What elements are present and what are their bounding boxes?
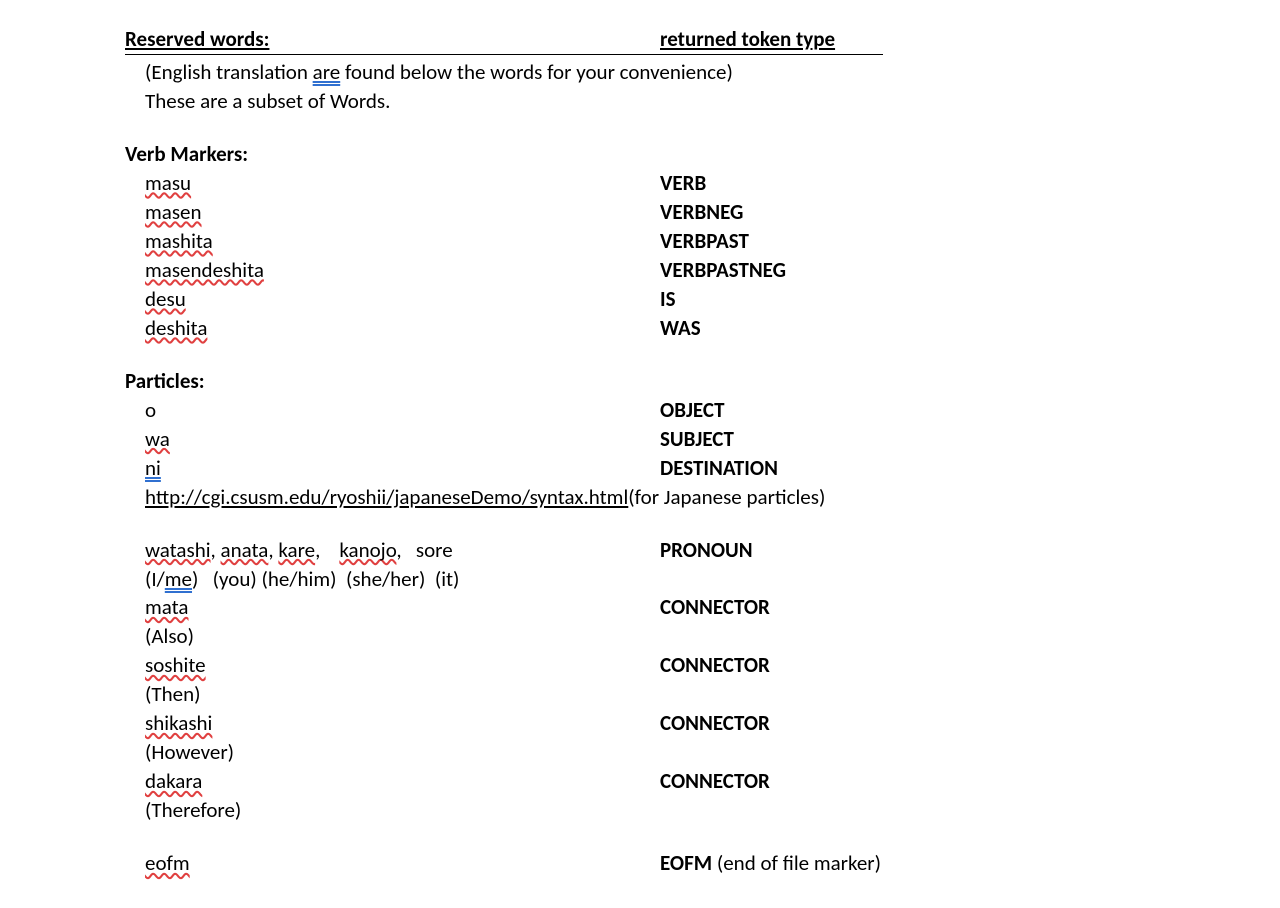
particles-link[interactable]: http://cgi.csusm.edu/ryoshii/japaneseDem… [145,483,628,512]
connector-row: soshite CONNECTOR [145,651,1280,680]
connector-trans-row: (Therefore) [145,796,1280,825]
intro-line1b: found below the words for your convenien… [340,59,733,85]
particle-row: o OBJECT [145,396,1280,425]
pronoun-w5: sore [416,537,453,563]
verb-row: desu IS [145,285,1280,314]
particle-word: ni [145,455,161,481]
connector-token: CONNECTOR [660,767,770,796]
connector-trans-row: (Then) [145,680,1280,709]
particle-token: OBJECT [660,396,724,425]
connector-token: CONNECTOR [660,709,770,738]
eofm-row: eofm EOFM (end of file marker) [145,849,1280,878]
particle-word: o [145,397,156,423]
particle-token: SUBJECT [660,425,734,454]
connector-trans: (Then) [145,680,660,709]
verb-word: masu [145,170,191,196]
eofm-word: eofm [145,850,190,876]
particles-title: Particles: [125,367,1280,396]
verb-token: VERB [660,169,706,198]
connector-row: mata CONNECTOR [145,593,1280,622]
verb-token: IS [660,285,676,314]
verb-token: VERBPASTNEG [660,256,786,285]
intro-line2: These are a subset of Words. [145,88,390,114]
connector-trans-row: (Also) [145,622,1280,651]
pronoun-row: watashi, anata, kare, kanojo, sore PRONO… [145,536,1280,565]
connector-word: dakara [145,768,202,794]
connector-trans: (However) [145,738,660,767]
particle-token: DESTINATION [660,454,778,483]
trans-she: (she/her) [346,566,425,592]
verb-word: masen [145,199,202,225]
verb-row: deshita WAS [145,314,1280,343]
comma: , [211,537,221,563]
trans-you: (you) [213,566,257,592]
verb-word: desu [145,286,186,312]
connector-word: shikashi [145,710,212,736]
verb-word: deshita [145,315,207,341]
pronoun-w2: anata [221,537,269,563]
intro-are: are [313,59,341,85]
comma: , [268,537,278,563]
pronoun-trans-row: (I/me) (you) (he/him) (she/her) (it) [145,565,1280,594]
verb-row: masen VERBNEG [145,198,1280,227]
verb-word: mashita [145,228,213,254]
particle-link-row: http://cgi.csusm.edu/ryoshii/japaneseDem… [145,483,1280,512]
particles-link-suffix: (for Japanese particles) [628,483,825,512]
intro-block: (English translation are found below the… [145,58,1280,116]
comma: , [315,537,339,563]
connector-word: mata [145,594,188,620]
connector-word: soshite [145,652,206,678]
sp [336,566,346,592]
verb-word: masendeshita [145,257,264,283]
verb-token: VERBPAST [660,227,749,256]
header-row: Reserved words: returned token type [125,25,883,55]
verb-markers-title: Verb Markers: [125,140,1280,169]
verb-row: mashita VERBPAST [145,227,1280,256]
eofm-token-bold: EOFM [660,850,712,876]
verb-token: WAS [660,314,701,343]
connector-row: dakara CONNECTOR [145,767,1280,796]
header-reserved-words: Reserved words: [125,25,660,54]
trans-a: (I/ [145,566,165,592]
sp [198,566,212,592]
connector-token: CONNECTOR [660,593,770,622]
connector-trans: (Therefore) [145,796,660,825]
sp [425,566,435,592]
particle-word: wa [145,426,170,452]
comma: , [396,537,415,563]
particle-row: ni DESTINATION [145,454,1280,483]
particle-row: wa SUBJECT [145,425,1280,454]
eofm-token-rest: (end of file marker) [712,850,881,876]
trans-he: (he/him) [262,566,337,592]
pronoun-w3: kare [278,537,315,563]
connector-token: CONNECTOR [660,651,770,680]
header-token-type: returned token type [660,25,835,54]
pronoun-w1: watashi [145,537,211,563]
trans-me: me [165,566,192,592]
verb-token: VERBNEG [660,198,743,227]
verb-row: masendeshita VERBPASTNEG [145,256,1280,285]
pronoun-token: PRONOUN [660,536,753,565]
pronoun-w4: kanojo [339,537,396,563]
verb-row: masu VERB [145,169,1280,198]
connector-trans: (Also) [145,622,660,651]
connector-row: shikashi CONNECTOR [145,709,1280,738]
intro-line1a: (English translation [145,59,313,85]
connector-trans-row: (However) [145,738,1280,767]
trans-it: (it) [435,566,460,592]
